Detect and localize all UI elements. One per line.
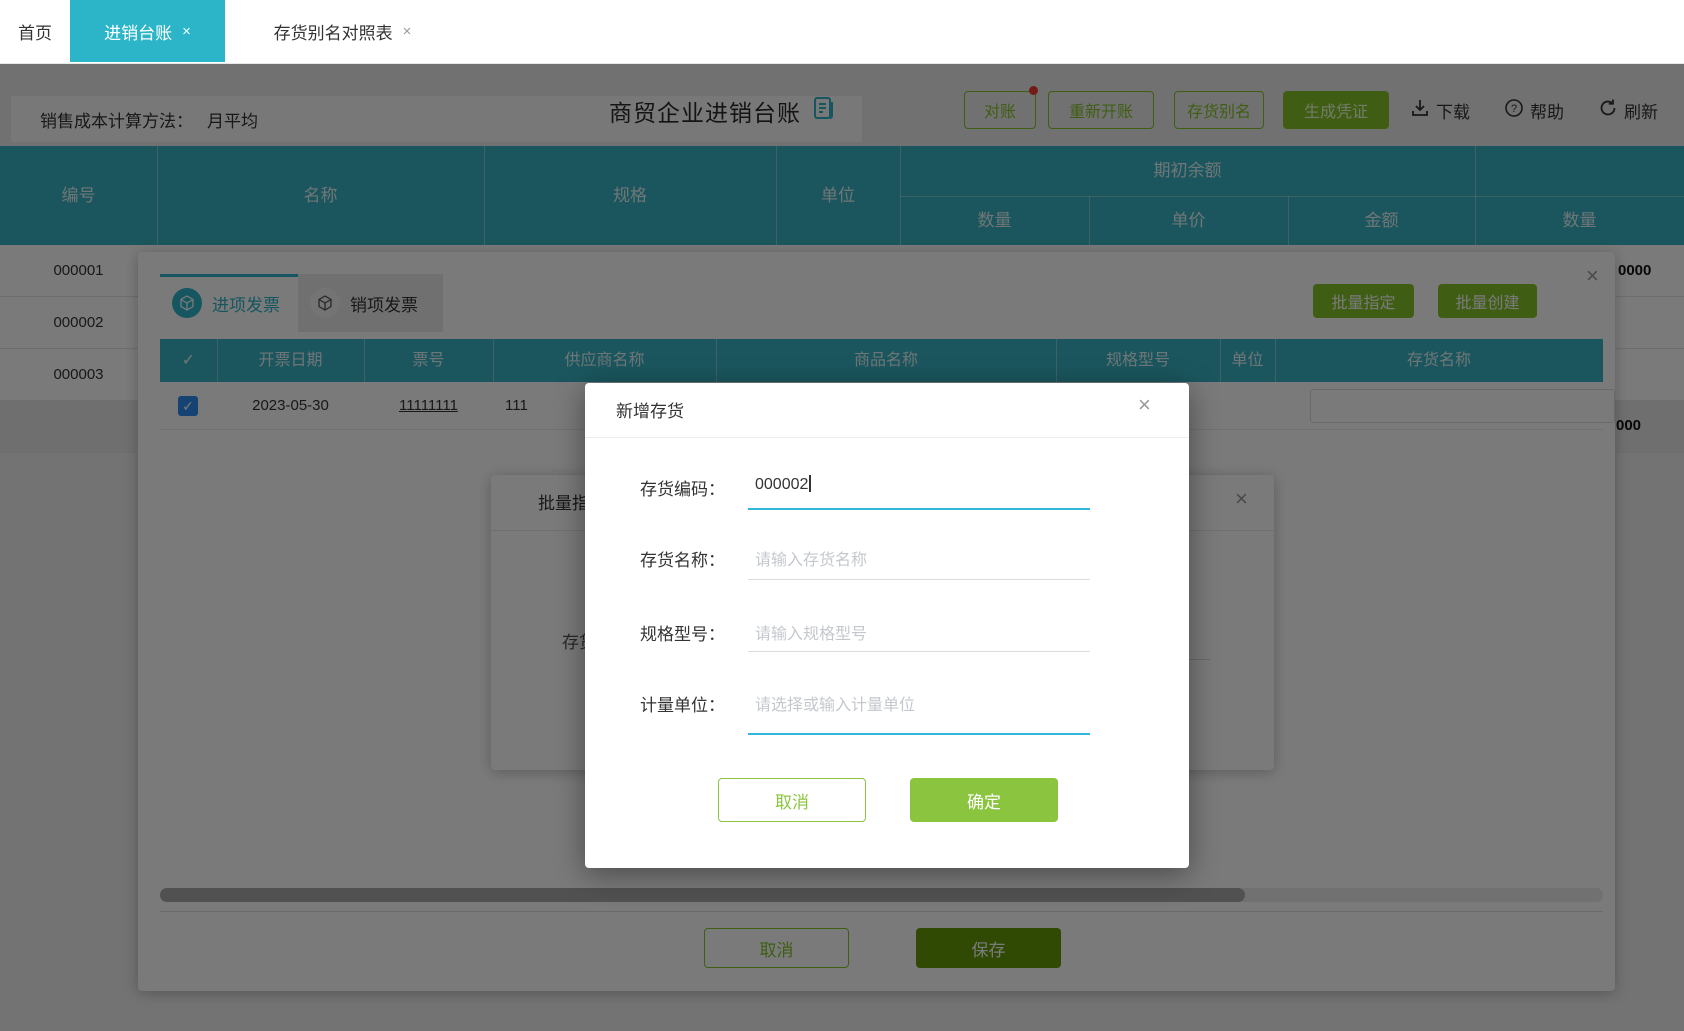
new-inventory-modal: 新增存货 × 存货编码： 000002 存货名称： 请输入存货名称 规格型号： … — [585, 383, 1189, 868]
tab-home[interactable]: 首页 — [0, 0, 70, 62]
name-label: 存货名称： — [640, 551, 725, 570]
close-icon[interactable]: × — [1138, 394, 1151, 416]
tab-inventory-alias-label: 存货别名对照表 — [273, 23, 393, 43]
unit-input[interactable]: 请选择或输入计量单位 — [755, 691, 915, 715]
code-input[interactable]: 000002 — [755, 475, 812, 494]
divider — [585, 437, 1189, 438]
code-label: 存货编码： — [640, 480, 725, 499]
top-tab-bar: 首页 进销台账 × 存货别名对照表 × — [0, 0, 1684, 64]
name-input-underline — [748, 579, 1090, 580]
spec-input-underline — [748, 651, 1090, 652]
text-cursor — [809, 475, 812, 492]
code-input-underline — [748, 508, 1090, 510]
app-window: 首页 进销台账 × 存货别名对照表 × 销售成本计算方法： 月平均 商贸企业进销… — [0, 0, 1684, 1031]
tab-inventory-alias[interactable]: 存货别名对照表 × — [235, 0, 450, 62]
unit-label: 计量单位： — [640, 696, 725, 715]
spec-label: 规格型号： — [640, 625, 725, 644]
tab-close-icon[interactable]: × — [182, 23, 191, 40]
modal-cancel-button[interactable]: 取消 — [718, 778, 866, 822]
spec-input[interactable]: 请输入规格型号 — [755, 620, 867, 644]
tab-ledger-label: 进销台账 — [104, 23, 173, 43]
tab-ledger[interactable]: 进销台账 × — [70, 0, 225, 62]
modal-confirm-button[interactable]: 确定 — [910, 778, 1058, 822]
tab-home-label: 首页 — [18, 23, 52, 43]
tab-close-icon[interactable]: × — [403, 23, 412, 40]
unit-input-underline — [748, 733, 1090, 735]
name-input[interactable]: 请输入存货名称 — [755, 546, 867, 570]
modal-title: 新增存货 — [616, 402, 684, 421]
